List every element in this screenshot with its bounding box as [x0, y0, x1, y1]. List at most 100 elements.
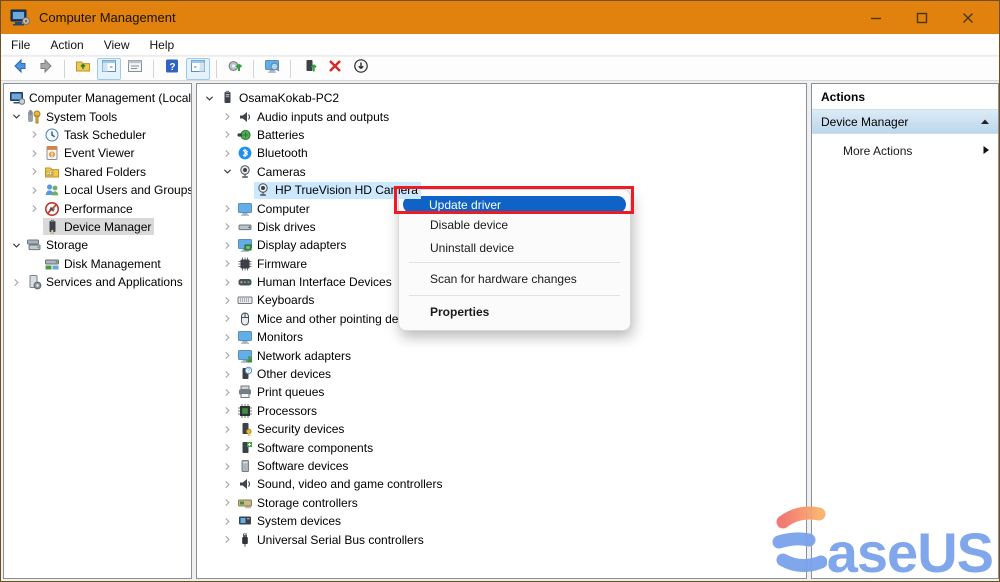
software-device-icon: [236, 458, 253, 474]
menu-separator: [409, 262, 620, 263]
chevron-right-icon[interactable]: [26, 164, 43, 180]
tree-item-print-queues[interactable]: Print queues: [197, 383, 806, 401]
chevron-right-icon[interactable]: [26, 201, 43, 217]
uninstall-button[interactable]: [323, 58, 347, 80]
update-hardware-button[interactable]: [297, 58, 321, 80]
tree-item-event-viewer[interactable]: Event Viewer: [4, 144, 191, 162]
tree-item-storage-controllers[interactable]: Storage controllers: [197, 494, 806, 512]
chevron-right-icon[interactable]: [26, 145, 43, 161]
menu-help[interactable]: Help: [140, 34, 185, 56]
scan-computer-button[interactable]: [260, 58, 284, 80]
tree-item-other-devices[interactable]: ? Other devices: [197, 365, 806, 383]
tree-item-sound-video-and-game-controllers[interactable]: Sound, video and game controllers: [197, 475, 806, 493]
forward-arrow-button[interactable]: [34, 58, 58, 80]
chevron-right-icon[interactable]: [219, 421, 236, 437]
chevron-right-icon[interactable]: [219, 366, 236, 382]
system-tools-icon: [25, 109, 42, 125]
chevron-right-icon[interactable]: [219, 476, 236, 492]
chevron-right-icon[interactable]: [219, 256, 236, 272]
tree-item-shared-folders[interactable]: 22 Shared Folders: [4, 163, 191, 181]
context-menu-item-uninstall-device[interactable]: Uninstall device: [399, 236, 630, 259]
tree-item-hp-truevision-hd-camera[interactable]: HP TrueVision HD Camera: [197, 181, 806, 199]
processor-icon: [236, 403, 253, 419]
back-arrow-button[interactable]: [8, 58, 32, 80]
tree-item-software-devices[interactable]: Software devices: [197, 457, 806, 475]
monitor-icon: [236, 201, 253, 217]
collapse-triangle-icon[interactable]: [980, 115, 990, 129]
tree-item-services-and-applications[interactable]: Services and Applications: [4, 273, 191, 291]
scan-computer-icon: [264, 58, 280, 79]
context-menu-item-disable-device[interactable]: Disable device: [399, 213, 630, 236]
chevron-right-icon[interactable]: [219, 201, 236, 217]
chevron-right-icon[interactable]: [8, 274, 25, 290]
chevron-down-icon[interactable]: [8, 109, 25, 125]
chevron-right-icon[interactable]: [219, 311, 236, 327]
tree-item-label: Performance: [64, 201, 133, 216]
chevron-down-icon[interactable]: [8, 237, 25, 253]
tree-item-universal-serial-bus-controllers[interactable]: Universal Serial Bus controllers: [197, 530, 806, 548]
chevron-right-icon[interactable]: [219, 219, 236, 235]
chevron-right-icon[interactable]: [219, 440, 236, 456]
show-console-tree-button[interactable]: [97, 57, 121, 80]
chevron-right-icon[interactable]: [26, 127, 43, 143]
menu-file[interactable]: File: [1, 34, 40, 56]
context-menu-item-scan-for-hardware-changes[interactable]: Scan for hardware changes: [399, 266, 630, 292]
more-actions-item[interactable]: More Actions: [812, 139, 998, 163]
chevron-right-icon[interactable]: [219, 348, 236, 364]
tree-item-network-adapters[interactable]: Network adapters: [197, 346, 806, 364]
chevron-right-icon[interactable]: [219, 329, 236, 345]
tree-item-system-devices[interactable]: System devices: [197, 512, 806, 530]
chevron-right-icon[interactable]: [219, 495, 236, 511]
tree-item-security-devices[interactable]: Security devices: [197, 420, 806, 438]
chevron-right-icon[interactable]: [219, 384, 236, 400]
menu-view[interactable]: View: [94, 34, 140, 56]
show-action-pane-button[interactable]: [186, 57, 210, 80]
minimize-button[interactable]: [853, 1, 899, 34]
tree-item-task-scheduler[interactable]: Task Scheduler: [4, 126, 191, 144]
menu-action[interactable]: Action: [40, 34, 93, 56]
tree-item-computer-management-local[interactable]: Computer Management (Local: [4, 89, 191, 107]
chevron-right-icon[interactable]: [219, 458, 236, 474]
chevron-right-icon[interactable]: [219, 145, 236, 161]
tree-item-processors[interactable]: Processors: [197, 402, 806, 420]
chevron-down-icon[interactable]: [219, 164, 236, 180]
chevron-right-icon[interactable]: [219, 292, 236, 308]
chevron-right-icon[interactable]: [219, 127, 236, 143]
close-button[interactable]: [945, 1, 991, 34]
tree-item-label: Batteries: [257, 127, 305, 142]
tree-item-disk-management[interactable]: Disk Management: [4, 255, 191, 273]
actions-group-device-manager[interactable]: Device Manager: [812, 110, 998, 134]
chevron-right-icon[interactable]: [219, 513, 236, 529]
context-menu-item-properties[interactable]: Properties: [399, 299, 630, 325]
chevron-right-icon[interactable]: [219, 109, 236, 125]
tree-item-label: Monitors: [257, 330, 304, 345]
tree-item-label: Firmware: [257, 256, 307, 271]
disable-button[interactable]: [349, 58, 373, 80]
chevron-right-icon[interactable]: [219, 532, 236, 548]
chevron-down-icon[interactable]: [201, 90, 218, 106]
tree-item-bluetooth[interactable]: Bluetooth: [197, 144, 806, 162]
tree-item-cameras[interactable]: Cameras: [197, 163, 806, 181]
tree-item-device-manager[interactable]: Device Manager: [4, 218, 191, 236]
tree-item-software-components[interactable]: Software components: [197, 438, 806, 456]
tree-item-batteries[interactable]: Batteries: [197, 126, 806, 144]
expand-right-triangle-icon[interactable]: [982, 144, 990, 158]
properties-window-button[interactable]: [123, 58, 147, 80]
tree-item-performance[interactable]: Performance: [4, 199, 191, 217]
tree-item-local-users-and-groups[interactable]: Local Users and Groups: [4, 181, 191, 199]
update-driver-software-button[interactable]: [223, 58, 247, 80]
tree-item-storage[interactable]: Storage: [4, 236, 191, 254]
tree-item-osamakokab-pc2[interactable]: OsamaKokab-PC2: [197, 89, 806, 107]
chevron-right-icon[interactable]: [26, 182, 43, 198]
tree-item-system-tools[interactable]: System Tools: [4, 107, 191, 125]
help-button[interactable]: ?: [160, 58, 184, 80]
tree-item-label: Audio inputs and outputs: [257, 109, 390, 124]
up-one-level-button[interactable]: [71, 58, 95, 80]
tree-item-label: Event Viewer: [64, 146, 135, 161]
maximize-button[interactable]: [899, 1, 945, 34]
tree-item-audio-inputs-and-outputs[interactable]: Audio inputs and outputs: [197, 107, 806, 125]
chevron-right-icon[interactable]: [219, 403, 236, 419]
chevron-right-icon[interactable]: [219, 274, 236, 290]
chevron-right-icon[interactable]: [219, 237, 236, 253]
